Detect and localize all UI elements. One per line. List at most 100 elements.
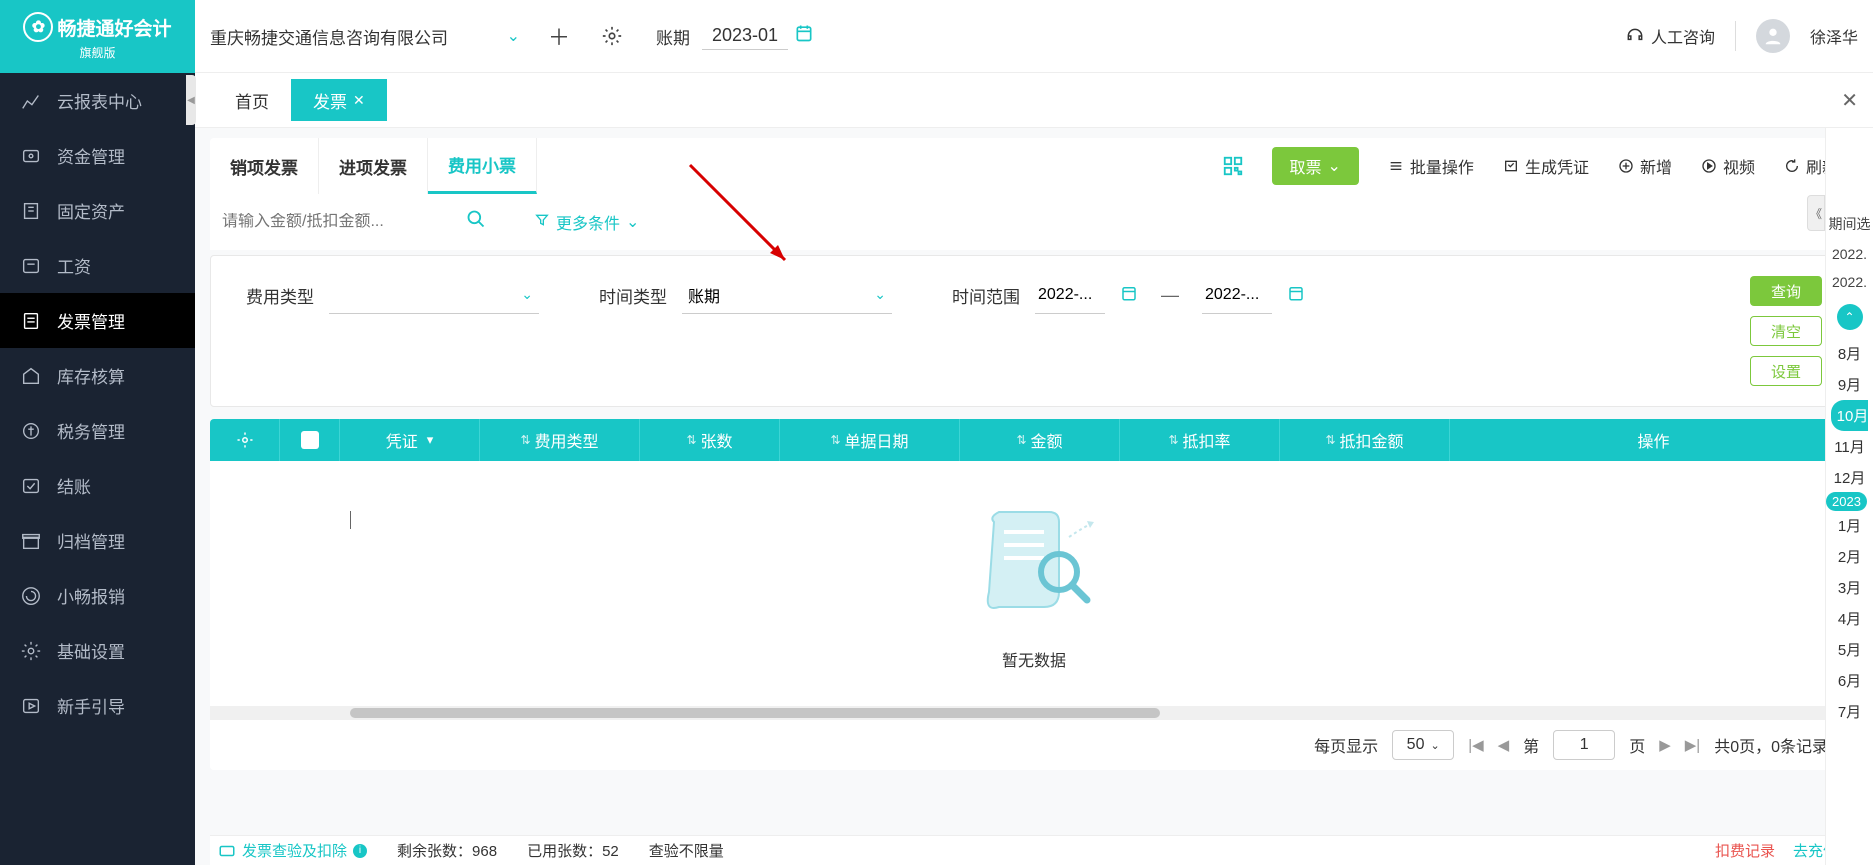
search-icon[interactable]	[466, 209, 486, 235]
nav-cloud-report[interactable]: 云报表中心	[0, 73, 195, 128]
scroll-up-icon[interactable]: ⌃	[1837, 304, 1863, 330]
bottom-title[interactable]: 发票查验及扣除 i	[218, 840, 367, 861]
nav-archive[interactable]: 归档管理	[0, 513, 195, 568]
tab-label: 发票	[313, 88, 347, 113]
calendar-icon[interactable]	[1120, 284, 1138, 307]
invoice-icon	[20, 310, 42, 332]
add-company-button[interactable]: ＋	[545, 22, 573, 50]
rp-month[interactable]: 8月	[1838, 338, 1861, 369]
last-page[interactable]: ▶|	[1685, 736, 1700, 754]
th-type[interactable]: ⇅费用类型	[480, 419, 640, 461]
avatar[interactable]	[1756, 19, 1790, 53]
rp-month[interactable]: 11月	[1834, 431, 1865, 462]
nav-tax[interactable]: 税务管理	[0, 403, 195, 458]
scrollbar-thumb[interactable]	[350, 708, 1160, 718]
deduct-record-link[interactable]: 扣费记录	[1715, 840, 1775, 861]
settings-button[interactable]: 设置	[1750, 356, 1822, 386]
nav-invoice[interactable]: 发票管理	[0, 293, 195, 348]
horizontal-scrollbar[interactable]	[210, 706, 1858, 720]
rp-sel-label: 期间选	[1826, 208, 1873, 240]
qrcode-icon[interactable]	[1222, 155, 1244, 177]
nav-guide[interactable]: 新手引导	[0, 678, 195, 733]
query-button[interactable]: 查询	[1750, 276, 1822, 306]
th-deduct-rate[interactable]: ⇅抵扣率	[1120, 419, 1280, 461]
page-post: 页	[1629, 733, 1645, 757]
prev-page[interactable]: ◀	[1498, 736, 1510, 754]
nav-settings[interactable]: 基础设置	[0, 623, 195, 678]
check-unlimited: 查验不限量	[649, 840, 724, 861]
period-value[interactable]: 2023-01	[702, 22, 788, 50]
close-all-tabs[interactable]: ✕	[1841, 88, 1858, 113]
rp-range2[interactable]: 2022.	[1826, 268, 1873, 296]
nav-inventory[interactable]: 库存核算	[0, 348, 195, 403]
more-filter-button[interactable]: 更多条件 ⌄	[534, 210, 639, 234]
add-button[interactable]: 新增	[1617, 154, 1672, 178]
th-amount[interactable]: ⇅金额	[960, 419, 1120, 461]
type-select[interactable]: ⌄	[329, 276, 539, 314]
salary-icon	[20, 255, 42, 277]
voucher-button[interactable]: 生成凭证	[1502, 154, 1589, 178]
rp-month[interactable]: 7月	[1838, 696, 1861, 727]
page-input[interactable]: 1	[1553, 730, 1615, 760]
subtab-expense[interactable]: 费用小票	[428, 138, 537, 194]
tab-invoice[interactable]: 发票 ✕	[291, 79, 387, 121]
chevron-down-icon: ⌄	[1430, 739, 1439, 752]
rp-month[interactable]: 10月	[1831, 400, 1869, 431]
settings-button[interactable]	[598, 22, 626, 50]
rp-month[interactable]: 5月	[1838, 634, 1861, 665]
date-to[interactable]: 2022-...	[1202, 276, 1272, 314]
clear-button[interactable]: 清空	[1750, 316, 1822, 346]
search-box[interactable]	[214, 203, 494, 241]
nav-close[interactable]: 结账	[0, 458, 195, 513]
right-panel-expand[interactable]: 《	[1807, 195, 1825, 231]
calendar-icon[interactable]	[1287, 284, 1305, 307]
th-deduct-amount[interactable]: ⇅抵扣金额	[1280, 419, 1450, 461]
subtab-sales[interactable]: 销项发票	[210, 138, 319, 194]
nav-fixed-assets[interactable]: 固定资产	[0, 183, 195, 238]
rp-range1[interactable]: 2022.	[1826, 240, 1873, 268]
subtab-purchase[interactable]: 进项发票	[319, 138, 428, 194]
search-input[interactable]	[222, 213, 466, 231]
rp-month[interactable]: 1月	[1838, 510, 1861, 541]
table: 凭证▾ ⇅费用类型 ⇅张数 ⇅单据日期 ⇅金额 ⇅抵扣率 ⇅抵扣金额 操作	[210, 419, 1858, 770]
video-button[interactable]: 视频	[1700, 154, 1755, 178]
th-voucher[interactable]: 凭证▾	[340, 419, 480, 461]
logo-icon: ✿	[23, 12, 53, 42]
next-page[interactable]: ▶	[1659, 736, 1671, 754]
rp-month[interactable]: 12月	[1834, 462, 1866, 493]
fetch-button[interactable]: 取票 ⌄	[1272, 147, 1359, 185]
close-icon[interactable]: ✕	[353, 92, 365, 109]
filter-row: 更多条件 ⌄	[210, 194, 1858, 250]
company-selector[interactable]: 重庆畅捷交通信息咨询有限公司 ⌄	[210, 24, 520, 49]
nav-funds[interactable]: 资金管理	[0, 128, 195, 183]
rp-month[interactable]: 3月	[1838, 572, 1861, 603]
sidebar: ✿ 畅捷通好会计 旗舰版 云报表中心 资金管理 固定资产 工资 发票管理 库存核…	[0, 0, 195, 865]
play-icon	[1700, 157, 1718, 175]
right-panel: 期间选 2022. 2022. ⌃ 8月 9月 10月 11月 12月 2023…	[1825, 128, 1873, 865]
per-page-select[interactable]: 50 ⌄	[1392, 730, 1454, 760]
expense-icon	[20, 585, 42, 607]
batch-button[interactable]: 批量操作	[1387, 154, 1474, 178]
th-settings[interactable]	[210, 419, 280, 461]
th-date[interactable]: ⇅单据日期	[780, 419, 960, 461]
calendar-icon[interactable]	[794, 23, 814, 49]
first-page[interactable]: |◀	[1468, 736, 1483, 754]
chart-icon	[20, 90, 42, 112]
th-checkbox[interactable]	[280, 419, 340, 461]
username[interactable]: 徐泽华	[1810, 24, 1858, 48]
empty-text: 暂无数据	[1002, 647, 1066, 671]
time-type-select[interactable]: 账期 ⌄	[682, 276, 892, 314]
money-icon	[20, 145, 42, 167]
rp-month[interactable]: 6月	[1838, 665, 1861, 696]
tab-home[interactable]: 首页	[213, 79, 291, 121]
rp-month[interactable]: 2月	[1838, 541, 1861, 572]
th-count[interactable]: ⇅张数	[640, 419, 780, 461]
date-from[interactable]: 2022-...	[1035, 276, 1105, 314]
rp-month[interactable]: 9月	[1838, 369, 1861, 400]
nav-expense[interactable]: 小畅报销	[0, 568, 195, 623]
nav-salary[interactable]: 工资	[0, 238, 195, 293]
nav-label: 固定资产	[57, 198, 125, 223]
rp-month[interactable]: 4月	[1838, 603, 1861, 634]
support-link[interactable]: 人工咨询	[1625, 24, 1715, 48]
logo[interactable]: ✿ 畅捷通好会计 旗舰版	[0, 0, 195, 73]
